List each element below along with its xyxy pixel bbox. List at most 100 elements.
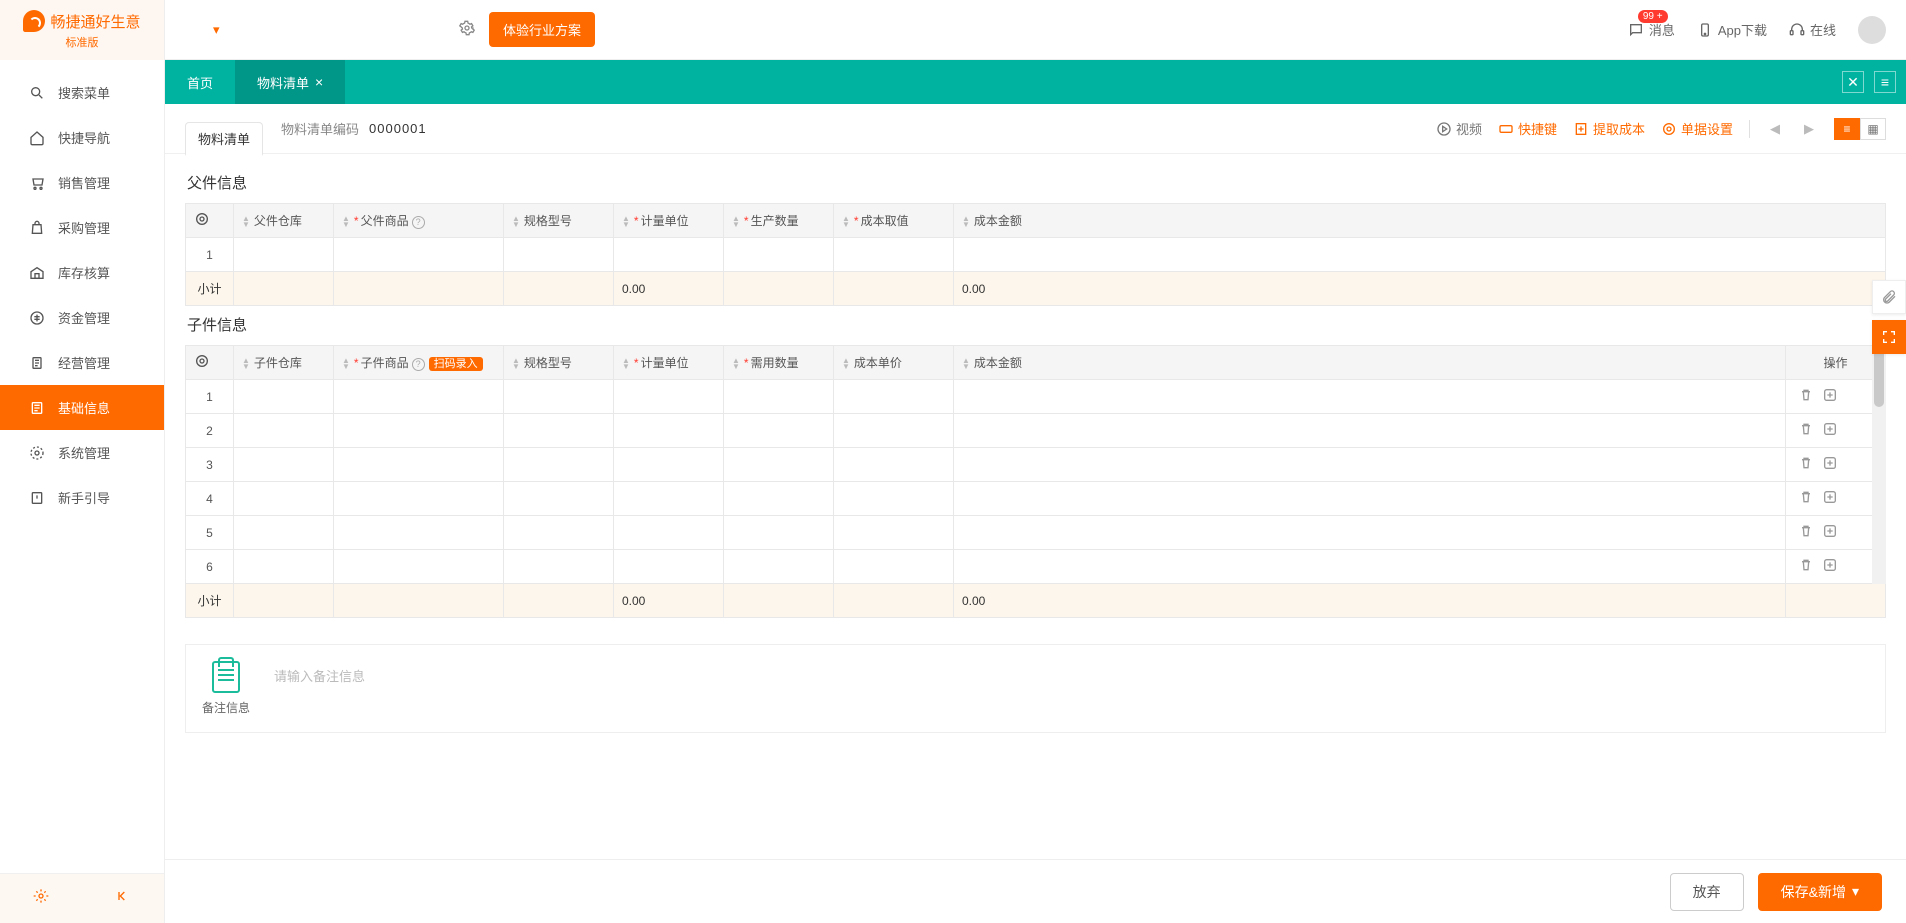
child-table: ▲▼子件仓库 ▲▼*子件商品?扫码录入 ▲▼规格型号 ▲▼*计量单位 ▲▼*需用… [185, 345, 1886, 618]
child-subtotal-cost: 0.00 [954, 584, 1786, 618]
shortcut-button[interactable]: 快捷键 [1498, 119, 1557, 138]
delete-row-icon[interactable] [1798, 387, 1814, 406]
discard-button[interactable]: 放弃 [1670, 873, 1744, 911]
child-col-unit-cost[interactable]: ▲▼成本单价 [834, 346, 954, 380]
delete-row-icon[interactable] [1798, 489, 1814, 508]
messages-button[interactable]: 99 + 消息 [1628, 20, 1675, 39]
sidebar-item-quicknav[interactable]: 快捷导航 [0, 115, 164, 160]
child-col-unit[interactable]: ▲▼*计量单位 [614, 346, 724, 380]
vertical-scrollbar[interactable] [1872, 345, 1886, 584]
collapse-icon[interactable] [115, 888, 131, 909]
parent-col-product[interactable]: ▲▼*父件商品? [334, 204, 504, 238]
video-button[interactable]: 视频 [1436, 119, 1482, 138]
sidebar-item-business[interactable]: 经营管理 [0, 340, 164, 385]
parent-col-warehouse[interactable]: ▲▼父件仓库 [234, 204, 334, 238]
help-icon[interactable]: ? [412, 358, 425, 371]
child-subtotal-qty: 0.00 [614, 584, 724, 618]
sidebar-item-inventory[interactable]: 库存核算 [0, 250, 164, 295]
account-selector[interactable]: ▾ [205, 22, 445, 38]
tab-bom[interactable]: 物料清单 × [235, 60, 345, 104]
brand-name: 畅捷通好生意 [50, 11, 140, 32]
child-col-gear[interactable] [186, 346, 234, 380]
parent-col-spec[interactable]: ▲▼规格型号 [504, 204, 614, 238]
extract-cost-button[interactable]: 提取成本 [1573, 119, 1645, 138]
guide-icon [28, 489, 46, 507]
sidebar-item-system[interactable]: 系统管理 [0, 430, 164, 475]
add-row-icon[interactable] [1822, 455, 1838, 474]
save-new-button[interactable]: 保存&新增 ▾ [1758, 873, 1882, 911]
next-doc-icon[interactable]: ▶ [1800, 121, 1818, 137]
add-row-icon[interactable] [1822, 387, 1838, 406]
table-row[interactable]: 4 [186, 482, 1886, 516]
add-row-icon[interactable] [1822, 557, 1838, 576]
row-index: 3 [186, 448, 234, 482]
main: ▾ 体验行业方案 99 + 消息 App下载 在线 [165, 0, 1906, 923]
child-col-qty[interactable]: ▲▼*需用数量 [724, 346, 834, 380]
delete-row-icon[interactable] [1798, 523, 1814, 542]
sidebar-item-basic[interactable]: 基础信息 [0, 385, 164, 430]
subtab-label: 物料清单 [198, 132, 250, 147]
prev-doc-icon[interactable]: ◀ [1766, 121, 1784, 137]
messages-badge: 99 + [1638, 10, 1668, 23]
table-row[interactable]: 3 [186, 448, 1886, 482]
footer-gear-icon[interactable] [33, 888, 49, 909]
sidebar-item-purchase[interactable]: 采购管理 [0, 205, 164, 250]
close-icon[interactable]: × [315, 74, 323, 90]
sidebar-item-funds[interactable]: 资金管理 [0, 295, 164, 340]
topbar-right: 99 + 消息 App下载 在线 [1628, 16, 1886, 44]
child-col-warehouse[interactable]: ▲▼子件仓库 [234, 346, 334, 380]
add-row-icon[interactable] [1822, 421, 1838, 440]
child-col-product[interactable]: ▲▼*子件商品?扫码录入 [334, 346, 504, 380]
parent-col-cost-method[interactable]: ▲▼*成本取值 [834, 204, 954, 238]
doc-settings-button[interactable]: 单据设置 [1661, 119, 1733, 138]
row-index: 5 [186, 516, 234, 550]
sidebar: 畅捷通好生意 标准版 搜索菜单 快捷导航 销售管理 [0, 0, 165, 923]
remark-input[interactable] [270, 661, 1869, 692]
sidebar-footer [0, 873, 164, 923]
sidebar-item-sales[interactable]: 销售管理 [0, 160, 164, 205]
subtab-bom[interactable]: 物料清单 [185, 122, 263, 156]
delete-row-icon[interactable] [1798, 421, 1814, 440]
row-index: 1 [186, 380, 234, 414]
sidebar-item-label: 新手引导 [58, 488, 110, 507]
child-col-spec[interactable]: ▲▼规格型号 [504, 346, 614, 380]
add-row-icon[interactable] [1822, 523, 1838, 542]
try-industry-button[interactable]: 体验行业方案 [489, 12, 595, 47]
tab-home[interactable]: 首页 [165, 60, 235, 104]
attachment-icon[interactable] [1872, 280, 1906, 314]
code-value: 0000001 [369, 121, 427, 136]
parent-col-cost-amount[interactable]: ▲▼成本金额 [954, 204, 1886, 238]
fullscreen-icon[interactable] [1872, 320, 1906, 354]
table-row[interactable]: 5 [186, 516, 1886, 550]
parent-col-qty[interactable]: ▲▼*生产数量 [724, 204, 834, 238]
delete-row-icon[interactable] [1798, 557, 1814, 576]
tabbar: 首页 物料清单 × ✕ ≡ [165, 60, 1906, 104]
tab-close-all-icon[interactable]: ✕ [1842, 71, 1864, 93]
divider [1749, 120, 1750, 138]
child-col-cost-amount[interactable]: ▲▼成本金额 [954, 346, 1786, 380]
scan-badge[interactable]: 扫码录入 [429, 357, 483, 371]
avatar[interactable] [1858, 16, 1886, 44]
subtotal-label: 小计 [186, 272, 234, 306]
chevron-down-icon: ▾ [1852, 883, 1859, 900]
view-card-icon[interactable]: ▦ [1860, 118, 1886, 140]
delete-row-icon[interactable] [1798, 455, 1814, 474]
parent-col-gear[interactable] [186, 204, 234, 238]
table-row[interactable]: 2 [186, 414, 1886, 448]
parent-col-unit[interactable]: ▲▼*计量单位 [614, 204, 724, 238]
add-row-icon[interactable] [1822, 489, 1838, 508]
sidebar-item-guide[interactable]: 新手引导 [0, 475, 164, 520]
online-support-button[interactable]: 在线 [1789, 20, 1836, 39]
table-row[interactable]: 1 [186, 380, 1886, 414]
clipboard-icon [28, 354, 46, 372]
help-icon[interactable]: ? [412, 216, 425, 229]
tab-more-icon[interactable]: ≡ [1874, 71, 1896, 93]
gear-icon[interactable] [459, 20, 475, 39]
sidebar-item-search[interactable]: 搜索菜单 [0, 70, 164, 115]
table-row[interactable]: 6 [186, 550, 1886, 584]
view-list-icon[interactable]: ≡ [1834, 118, 1860, 140]
app-download-button[interactable]: App下载 [1697, 20, 1767, 39]
child-col-ops: 操作 [1786, 346, 1886, 380]
table-row[interactable]: 1 [186, 238, 1886, 272]
row-index: 4 [186, 482, 234, 516]
